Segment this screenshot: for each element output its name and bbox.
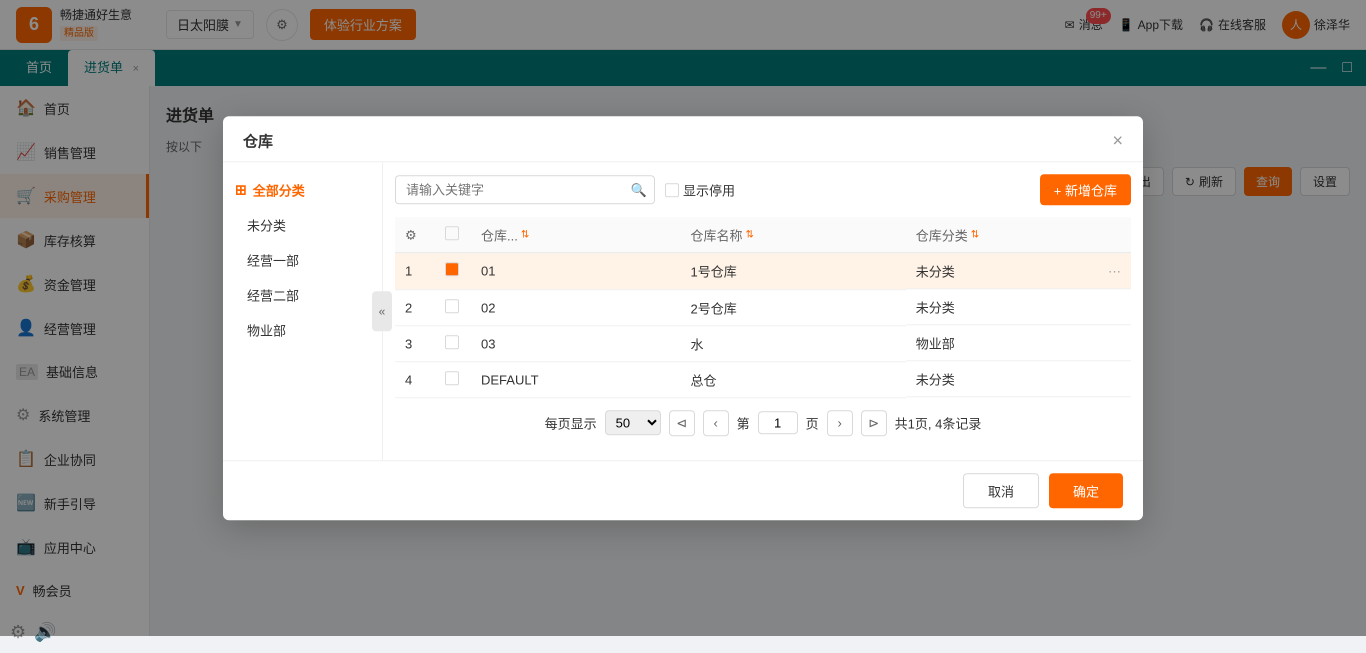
row-category: 物业部 (906, 325, 1131, 361)
th-code-sort[interactable]: 仓库... ⇅ (481, 225, 670, 244)
sort-category-icon: ⇅ (971, 229, 979, 240)
category-ops1[interactable]: 经营一部 (223, 242, 382, 277)
warehouse-table: ⚙ 仓库... ⇅ 仓库名称 (395, 217, 1131, 398)
per-page-label: 每页显示 (545, 413, 597, 432)
confirm-button[interactable]: 确定 (1049, 473, 1123, 508)
row-code: 02 (471, 289, 680, 325)
warehouse-modal: 仓库 × ⊞ 全部分类 未分类 经营一部 经营二部 物业部 « (223, 116, 1143, 520)
modal-close-button[interactable]: × (1112, 130, 1123, 151)
category-unclassified-label: 未分类 (247, 218, 286, 233)
table-row[interactable]: 4 DEFAULT 总仓 未分类 (395, 361, 1131, 397)
search-input[interactable] (395, 175, 655, 204)
collapse-button[interactable]: « (372, 291, 392, 331)
all-categories-label: 全部分类 (253, 180, 305, 199)
row-checkbox[interactable] (435, 361, 471, 397)
category-panel: ⊞ 全部分类 未分类 经营一部 经营二部 物业部 « (223, 162, 383, 460)
table-row[interactable]: 1 01 1号仓库 未分类··· (395, 253, 1131, 290)
total-label: 共1页, 4条记录 (895, 413, 982, 432)
select-all-checkbox[interactable] (445, 226, 459, 240)
category-ops2[interactable]: 经营二部 (223, 277, 382, 312)
category-property-label: 物业部 (247, 323, 286, 338)
table-settings-icon[interactable]: ⚙ (405, 227, 417, 242)
th-category-sort[interactable]: 仓库分类 ⇅ (916, 225, 1121, 244)
row-num: 3 (395, 325, 435, 361)
th-category-label: 仓库分类 (916, 225, 968, 244)
row-checkbox[interactable] (435, 253, 471, 290)
collapse-icon: « (379, 304, 386, 318)
show-disabled-checkbox[interactable] (665, 183, 679, 197)
modal-title: 仓库 (243, 130, 273, 151)
table-row[interactable]: 3 03 水 物业部 (395, 325, 1131, 361)
category-unclassified[interactable]: 未分类 (223, 207, 382, 242)
show-disabled-label[interactable]: 显示停用 (665, 180, 735, 199)
cancel-button[interactable]: 取消 (963, 473, 1039, 508)
th-code: 仓库... ⇅ (471, 217, 680, 253)
search-input-wrap: 🔍 (395, 175, 655, 204)
first-page-icon: ⊲ (676, 415, 687, 431)
row-checkbox[interactable] (435, 289, 471, 325)
row-checkbox[interactable] (435, 325, 471, 361)
row-code: DEFAULT (471, 361, 680, 397)
th-name-label: 仓库名称 (690, 225, 742, 244)
row-num: 1 (395, 253, 435, 290)
modal-header: 仓库 × (223, 116, 1143, 162)
category-ops1-label: 经营一部 (247, 253, 299, 268)
row-actions-icon[interactable]: ··· (1108, 263, 1121, 278)
pagination: 每页显示 50 10 20 100 ⊲ ‹ 第 页 › (395, 398, 1131, 448)
page-input[interactable] (758, 411, 798, 434)
row-name: 1号仓库 (680, 253, 905, 290)
page-label: 第 (737, 413, 750, 432)
th-category: 仓库分类 ⇅ (906, 217, 1131, 253)
category-property[interactable]: 物业部 (223, 312, 382, 347)
row-name: 2号仓库 (680, 289, 905, 325)
row-code: 03 (471, 325, 680, 361)
table-row[interactable]: 2 02 2号仓库 未分类 (395, 289, 1131, 325)
first-page-btn[interactable]: ⊲ (669, 410, 695, 436)
last-page-btn[interactable]: ⊳ (861, 410, 887, 436)
row-name: 总仓 (680, 361, 905, 397)
th-name: 仓库名称 ⇅ (680, 217, 905, 253)
th-checkbox (435, 217, 471, 253)
row-code: 01 (471, 253, 680, 290)
sort-code-icon: ⇅ (521, 229, 529, 240)
th-code-label: 仓库... (481, 225, 518, 244)
row-category: 未分类 (906, 289, 1131, 325)
last-page-icon: ⊳ (868, 415, 879, 431)
all-categories-icon: ⊞ (235, 181, 247, 198)
modal-body: ⊞ 全部分类 未分类 经营一部 经营二部 物业部 « (223, 162, 1143, 460)
page-unit: 页 (806, 413, 819, 432)
sort-name-icon: ⇅ (745, 229, 753, 240)
modal-footer: 取消 确定 (223, 460, 1143, 520)
next-page-icon: › (838, 415, 842, 430)
category-ops2-label: 经营二部 (247, 288, 299, 303)
table-toolbar: 🔍 显示停用 + 新增仓库 (395, 174, 1131, 205)
th-name-sort[interactable]: 仓库名称 ⇅ (690, 225, 895, 244)
all-categories-item[interactable]: ⊞ 全部分类 (223, 172, 382, 207)
next-page-btn[interactable]: › (827, 410, 853, 436)
row-category: 未分类 (906, 361, 1131, 397)
row-num: 4 (395, 361, 435, 397)
th-settings: ⚙ (395, 217, 435, 253)
add-warehouse-button[interactable]: + 新增仓库 (1040, 174, 1131, 205)
table-panel: 🔍 显示停用 + 新增仓库 ⚙ (383, 162, 1143, 460)
row-num: 2 (395, 289, 435, 325)
prev-page-btn[interactable]: ‹ (703, 410, 729, 436)
search-icon[interactable]: 🔍 (631, 182, 647, 198)
per-page-select[interactable]: 50 10 20 100 (605, 410, 661, 435)
prev-page-icon: ‹ (713, 415, 717, 430)
row-name: 水 (680, 325, 905, 361)
row-category: 未分类··· (906, 253, 1131, 289)
show-disabled-text: 显示停用 (683, 180, 735, 199)
